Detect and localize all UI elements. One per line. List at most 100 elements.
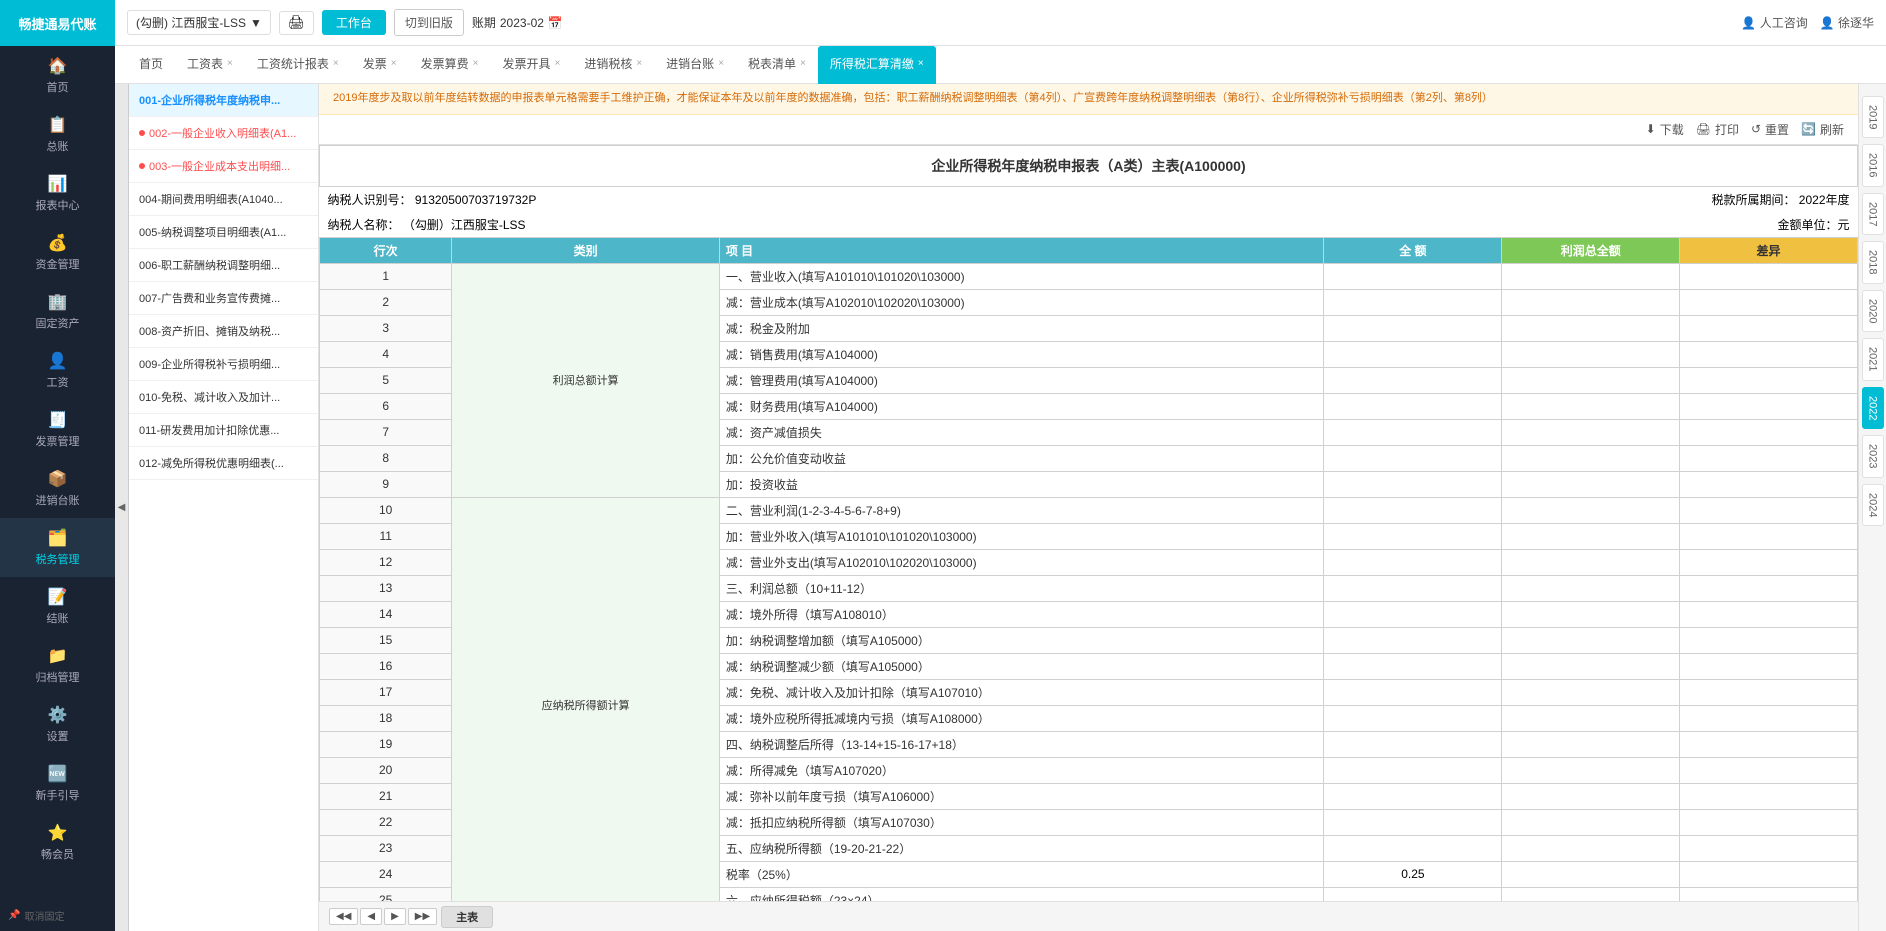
diff-cell[interactable]: [1680, 263, 1858, 289]
close-icon[interactable]: ×: [636, 58, 642, 69]
diff-cell[interactable]: [1680, 549, 1858, 575]
diff-cell[interactable]: [1680, 367, 1858, 393]
diff-cell[interactable]: [1680, 523, 1858, 549]
diff-cell[interactable]: [1680, 445, 1858, 471]
amount-cell[interactable]: [1324, 263, 1502, 289]
amount-cell[interactable]: [1324, 887, 1502, 901]
sheet-tab-main[interactable]: 主表: [441, 906, 493, 928]
close-icon[interactable]: ×: [473, 58, 479, 69]
sidebar-item-archive[interactable]: 📁 归档管理: [0, 636, 115, 695]
profit-cell[interactable]: [1502, 679, 1680, 705]
diff-cell[interactable]: [1680, 471, 1858, 497]
diff-cell[interactable]: [1680, 653, 1858, 679]
left-panel-item-003[interactable]: 003-一般企业成本支出明细...: [129, 150, 318, 183]
amount-cell[interactable]: [1324, 653, 1502, 679]
workbench-button[interactable]: 工作台: [322, 10, 386, 35]
left-panel-item-008[interactable]: 008-资产折旧、摊销及纳税...: [129, 315, 318, 348]
diff-cell[interactable]: [1680, 731, 1858, 757]
diff-cell[interactable]: [1680, 419, 1858, 445]
diff-cell[interactable]: [1680, 835, 1858, 861]
amount-cell[interactable]: [1324, 601, 1502, 627]
tab-invoice[interactable]: 发票 ×: [351, 46, 409, 84]
amount-cell[interactable]: [1324, 575, 1502, 601]
unpin-button[interactable]: 📌 取消固定: [0, 900, 115, 931]
reset-button[interactable]: ↺ 重置: [1751, 121, 1789, 138]
company-selector[interactable]: (勾删) 江西服宝-LSS ▼: [127, 10, 271, 35]
left-panel-item-006[interactable]: 006-职工薪酬纳税调整明细...: [129, 249, 318, 282]
diff-cell[interactable]: [1680, 887, 1858, 901]
left-panel-item-010[interactable]: 010-免税、减计收入及加计...: [129, 381, 318, 414]
tab-salary-report[interactable]: 工资统计报表 ×: [245, 46, 351, 84]
amount-cell[interactable]: [1324, 705, 1502, 731]
profit-cell[interactable]: [1502, 809, 1680, 835]
amount-cell[interactable]: [1324, 393, 1502, 419]
sidebar-item-home[interactable]: 🏠 首页: [0, 46, 115, 105]
left-panel-item-002[interactable]: 002-一般企业收入明细表(A1...: [129, 117, 318, 150]
diff-cell[interactable]: [1680, 289, 1858, 315]
amount-cell[interactable]: [1324, 445, 1502, 471]
tab-salary[interactable]: 工资表 ×: [175, 46, 245, 84]
sidebar-item-member[interactable]: ⭐ 畅会员: [0, 813, 115, 872]
service-button[interactable]: 👤 人工咨询: [1741, 14, 1807, 31]
sidebar-item-settings[interactable]: ⚙️ 设置: [0, 695, 115, 754]
close-icon[interactable]: ×: [391, 58, 397, 69]
diff-cell[interactable]: [1680, 575, 1858, 601]
tab-income-tax[interactable]: 所得税汇算清缴 ×: [818, 46, 936, 84]
tab-purchase-ledger[interactable]: 进销台账 ×: [654, 46, 736, 84]
diff-cell[interactable]: [1680, 601, 1858, 627]
left-panel-item-004[interactable]: 004-期间费用明细表(A1040...: [129, 183, 318, 216]
year-2017[interactable]: 2017: [1862, 193, 1884, 235]
left-panel-item-007[interactable]: 007-广告费和业务宣传费摊...: [129, 282, 318, 315]
amount-cell[interactable]: [1324, 731, 1502, 757]
profit-cell[interactable]: [1502, 341, 1680, 367]
amount-cell[interactable]: [1324, 341, 1502, 367]
next-btn[interactable]: ▶: [384, 908, 406, 925]
collapse-panel-btn[interactable]: ◀: [115, 84, 129, 931]
prev-btn[interactable]: ◀: [360, 908, 382, 925]
amount-cell[interactable]: [1324, 289, 1502, 315]
year-2023[interactable]: 2023: [1862, 435, 1884, 477]
profit-cell[interactable]: [1502, 653, 1680, 679]
diff-cell[interactable]: [1680, 627, 1858, 653]
profit-cell[interactable]: [1502, 887, 1680, 901]
year-2016[interactable]: 2016: [1862, 144, 1884, 186]
left-panel-item-005[interactable]: 005-纳税调整项目明细表(A1...: [129, 216, 318, 249]
amount-cell[interactable]: [1324, 809, 1502, 835]
next-sheet-btn[interactable]: ▶▶: [408, 908, 437, 925]
diff-cell[interactable]: [1680, 679, 1858, 705]
sidebar-item-ledger[interactable]: 📋 总账: [0, 105, 115, 164]
left-panel-item-012[interactable]: 012-减免所得税优惠明细表(...: [129, 447, 318, 480]
amount-cell[interactable]: [1324, 835, 1502, 861]
sidebar-item-purchase[interactable]: 📦 进销台账: [0, 459, 115, 518]
sidebar-item-assets[interactable]: 🏢 固定资产: [0, 282, 115, 341]
diff-cell[interactable]: [1680, 393, 1858, 419]
diff-cell[interactable]: [1680, 497, 1858, 523]
period-selector[interactable]: 账期 2023-02 📅: [472, 14, 563, 31]
sidebar-item-invoice[interactable]: 🧾 发票管理: [0, 400, 115, 459]
tab-invoice-open[interactable]: 发票开具 ×: [490, 46, 572, 84]
close-icon[interactable]: ×: [800, 58, 806, 69]
profit-cell[interactable]: [1502, 289, 1680, 315]
amount-cell[interactable]: [1324, 523, 1502, 549]
sidebar-item-salary[interactable]: 👤 工资: [0, 341, 115, 400]
profit-cell[interactable]: [1502, 315, 1680, 341]
tab-invoice-calc[interactable]: 发票算费 ×: [409, 46, 491, 84]
diff-cell[interactable]: [1680, 341, 1858, 367]
profit-cell[interactable]: [1502, 549, 1680, 575]
left-panel-item-001[interactable]: 001-企业所得税年度纳税申...: [129, 84, 318, 117]
tab-home[interactable]: 首页: [127, 46, 175, 84]
amount-cell[interactable]: [1324, 757, 1502, 783]
profit-cell[interactable]: [1502, 601, 1680, 627]
download-button[interactable]: ⬇ 下载: [1646, 121, 1684, 138]
close-icon[interactable]: ×: [718, 58, 724, 69]
close-icon[interactable]: ×: [554, 58, 560, 69]
profit-cell[interactable]: [1502, 263, 1680, 289]
diff-cell[interactable]: [1680, 809, 1858, 835]
tab-purchase-tax[interactable]: 进销税核 ×: [572, 46, 654, 84]
sidebar-item-report[interactable]: 📊 报表中心: [0, 164, 115, 223]
amount-cell[interactable]: [1324, 315, 1502, 341]
year-2021[interactable]: 2021: [1862, 338, 1884, 380]
year-2020[interactable]: 2020: [1862, 290, 1884, 332]
user-info[interactable]: 👤 徐逐华: [1820, 14, 1874, 31]
table-row[interactable]: 10应纳税所得额计算二、营业利润(1-2-3-4-5-6-7-8+9): [320, 497, 1858, 523]
